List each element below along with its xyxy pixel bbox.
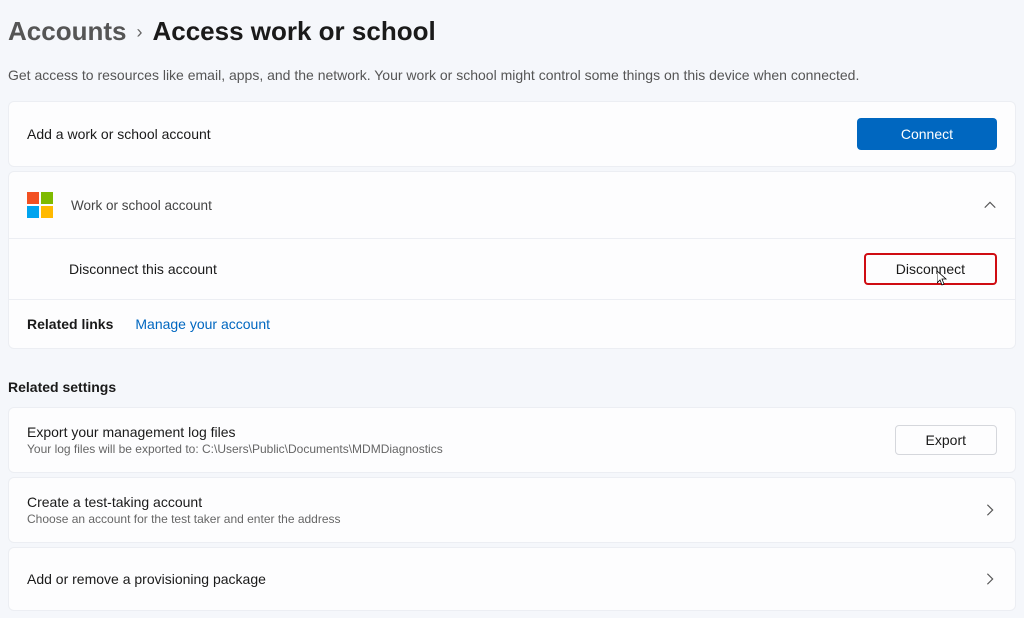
test-account-title: Create a test-taking account [27,494,983,510]
export-logs-card[interactable]: Export your management log files Your lo… [8,407,1016,473]
breadcrumb-parent[interactable]: Accounts [8,16,126,47]
export-button[interactable]: Export [895,425,997,455]
connect-button[interactable]: Connect [857,118,997,150]
disconnect-label: Disconnect this account [69,261,864,277]
chevron-right-icon [983,572,997,586]
page-title: Access work or school [152,16,435,47]
test-account-subtitle: Choose an account for the test taker and… [27,512,983,526]
account-type-label: Work or school account [71,198,983,213]
test-account-card[interactable]: Create a test-taking account Choose an a… [8,477,1016,543]
disconnect-row: Disconnect this account Disconnect [9,239,1015,300]
manage-account-link[interactable]: Manage your account [135,316,270,332]
related-links-row: Related links Manage your account [9,300,1015,348]
page-description: Get access to resources like email, apps… [8,67,1016,83]
disconnect-button[interactable]: Disconnect [864,253,997,285]
provisioning-title: Add or remove a provisioning package [27,571,983,587]
chevron-up-icon [983,198,997,212]
breadcrumb: Accounts › Access work or school [8,16,1016,47]
chevron-right-icon [983,503,997,517]
add-account-card: Add a work or school account Connect [8,101,1016,167]
microsoft-logo-icon [27,192,53,218]
related-settings-heading: Related settings [8,379,1016,395]
related-links-label: Related links [27,316,113,332]
breadcrumb-separator: › [136,22,142,43]
account-header[interactable]: Work or school account [9,172,1015,239]
connected-account-card: Work or school account Disconnect this a… [8,171,1016,349]
add-account-label: Add a work or school account [27,126,857,142]
export-logs-subtitle: Your log files will be exported to: C:\U… [27,442,895,456]
export-logs-title: Export your management log files [27,424,895,440]
provisioning-package-card[interactable]: Add or remove a provisioning package [8,547,1016,611]
